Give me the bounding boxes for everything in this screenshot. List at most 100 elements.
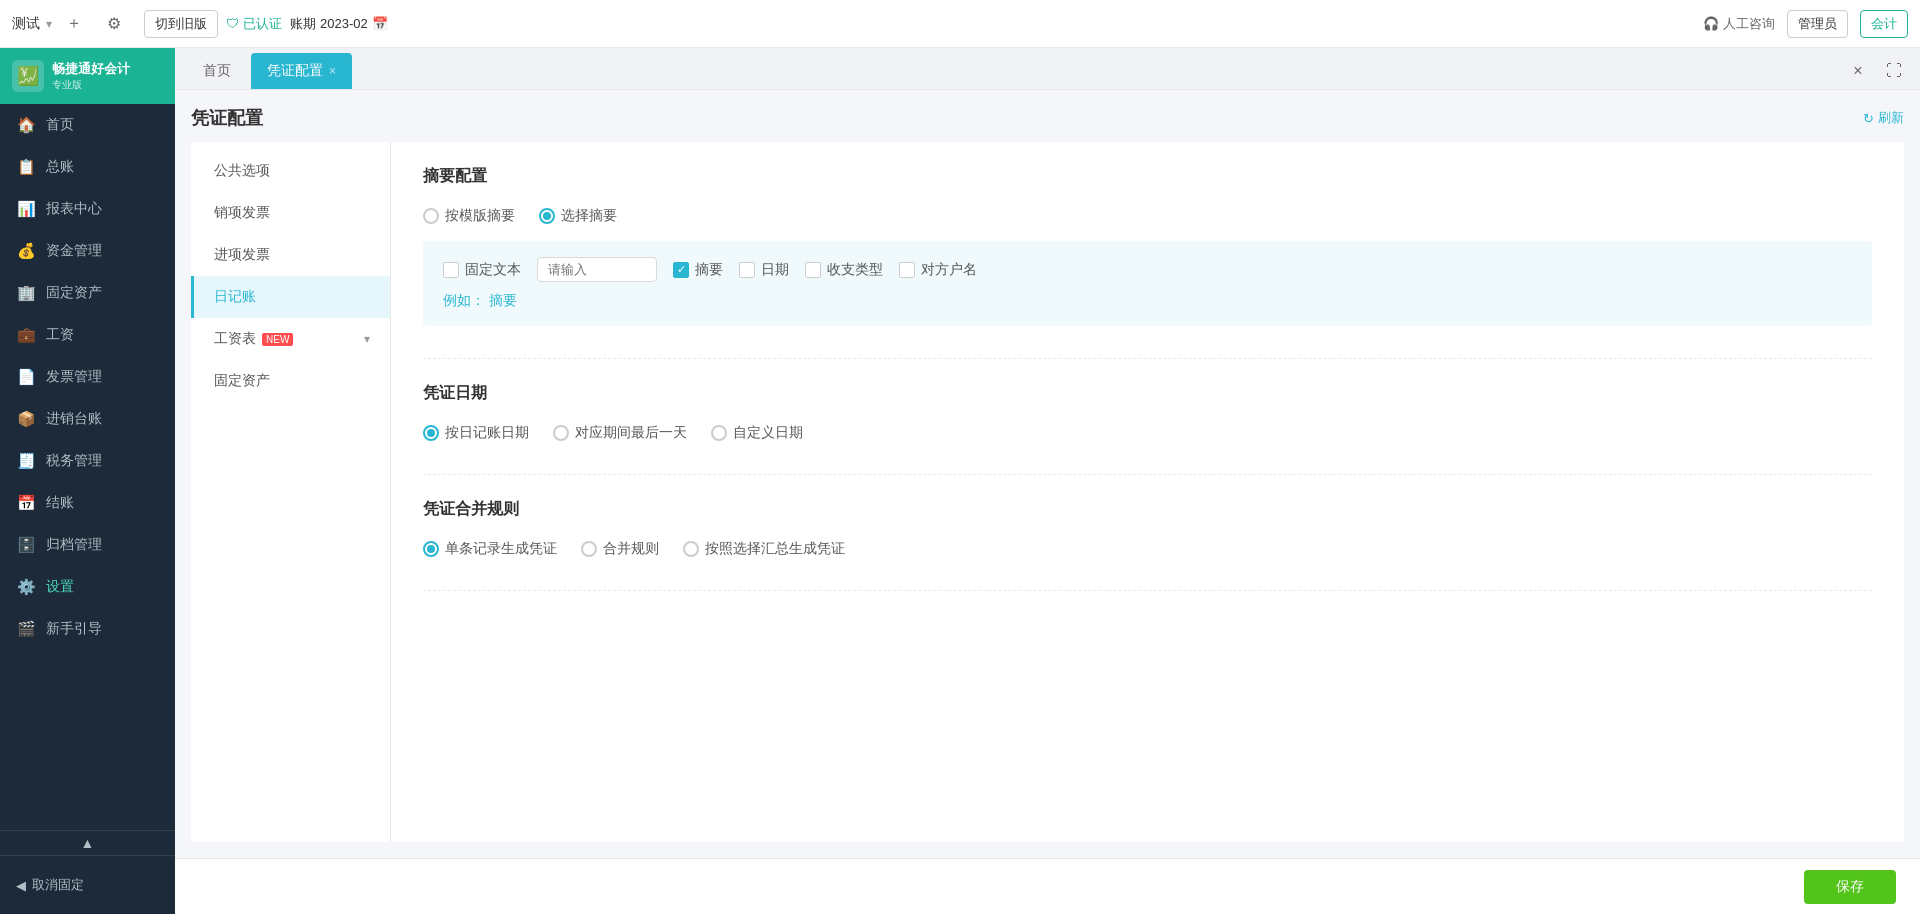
refresh-icon: ↻ <box>1863 111 1874 126</box>
nav-item-public[interactable]: 公共选项 <box>191 150 390 192</box>
support-button[interactable]: 🎧 人工咨询 <box>1703 15 1775 33</box>
sidebar-item-closing[interactable]: 📅 结账 <box>0 482 175 524</box>
sidebar-item-ledger[interactable]: 📋 总账 <box>0 146 175 188</box>
income-type-checkbox-option[interactable]: 收支类型 <box>805 261 883 279</box>
save-button[interactable]: 保存 <box>1804 870 1896 904</box>
sidebar-item-label: 总账 <box>46 158 74 176</box>
reports-icon: 📊 <box>16 200 36 218</box>
header-right: 🎧 人工咨询 管理员 会计 <box>1703 10 1908 38</box>
sidebar-item-label: 首页 <box>46 116 74 134</box>
nav-item-sales[interactable]: 销项发票 <box>191 192 390 234</box>
divider-3 <box>423 590 1872 591</box>
calendar-icon[interactable]: 📅 <box>372 16 388 31</box>
nav-item-payroll-table[interactable]: 工资表 NEW ▾ <box>191 318 390 360</box>
sidebar-item-home[interactable]: 🏠 首页 <box>0 104 175 146</box>
period-value: 2023-02 <box>320 16 368 31</box>
sidebar-item-assets[interactable]: 🏢 固定资产 <box>0 272 175 314</box>
page-title: 凭证配置 <box>191 106 263 130</box>
select-summary-option[interactable]: 选择摘要 <box>539 207 617 225</box>
sidebar-item-archive[interactable]: 🗄️ 归档管理 <box>0 524 175 566</box>
sidebar-item-payroll[interactable]: 💼 工资 <box>0 314 175 356</box>
summary-checkbox-option[interactable]: ✓ 摘要 <box>673 261 723 279</box>
closing-icon: 📅 <box>16 494 36 512</box>
merge-rule-label: 合并规则 <box>603 540 659 558</box>
refresh-label: 刷新 <box>1878 109 1904 127</box>
shield-icon: 🛡 <box>226 16 239 31</box>
tab-bar: 首页 凭证配置 × × ⛶ <box>175 48 1920 90</box>
sidebar-item-invoices[interactable]: 📄 发票管理 <box>0 356 175 398</box>
sidebar-scroll: 🏠 首页 📋 总账 📊 报表中心 💰 资金管理 🏢 固定资产 💼 工资 <box>0 104 175 830</box>
merge-rules-section: 凭证合并规则 单条记录生成凭证 合并规则 <box>423 499 1872 558</box>
cancel-fixed-label: 取消固定 <box>32 876 84 894</box>
expand-icon[interactable]: ▾ <box>364 332 370 346</box>
config-nav: 公共选项 销项发票 进项发票 日记账 工资表 NEW <box>191 142 391 842</box>
summary-checkbox-label: 摘要 <box>695 261 723 279</box>
accountant-button[interactable]: 会计 <box>1860 10 1908 38</box>
last-day-radio <box>553 425 569 441</box>
select-merge-radio <box>683 541 699 557</box>
certified-status: 🛡 已认证 <box>226 15 282 33</box>
sidebar-bottom: ◀ 取消固定 <box>0 855 175 914</box>
single-radio <box>423 541 439 557</box>
top-header: 测试 ▾ ＋ ⚙ 切到旧版 🛡 已认证 账期 2023-02 📅 🎧 人工咨询 … <box>0 0 1920 48</box>
tab-expand-button[interactable]: ⛶ <box>1880 57 1908 85</box>
fixed-text-input[interactable] <box>537 257 657 282</box>
sidebar-item-label: 发票管理 <box>46 368 102 386</box>
workspace-dropdown-icon[interactable]: ▾ <box>46 17 52 31</box>
nav-item-fixed-assets[interactable]: 固定资产 <box>191 360 390 402</box>
settings-icon-button[interactable]: ⚙ <box>100 10 128 38</box>
pin-icon: ◀ <box>16 878 26 893</box>
template-summary-option[interactable]: 按模版摘要 <box>423 207 515 225</box>
single-record-option[interactable]: 单条记录生成凭证 <box>423 540 557 558</box>
purchases-icon: 📦 <box>16 410 36 428</box>
date-checkbox-option[interactable]: 日期 <box>739 261 789 279</box>
archive-icon: 🗄️ <box>16 536 36 554</box>
journal-date-option[interactable]: 按日记账日期 <box>423 424 529 442</box>
tab-home[interactable]: 首页 <box>187 53 247 89</box>
page-content: 凭证配置 ↻ 刷新 公共选项 销项发票 进项发票 <box>175 90 1920 858</box>
period-info: 账期 2023-02 📅 <box>290 15 388 33</box>
sidebar-item-label: 设置 <box>46 578 74 596</box>
sidebar-item-guide[interactable]: 🎬 新手引导 <box>0 608 175 650</box>
merge-rule-option[interactable]: 合并规则 <box>581 540 659 558</box>
counterparty-label: 对方户名 <box>921 261 977 279</box>
sidebar-item-label: 新手引导 <box>46 620 102 638</box>
tab-close-icon[interactable]: × <box>329 64 336 78</box>
select-merge-option[interactable]: 按照选择汇总生成凭证 <box>683 540 845 558</box>
summary-radio-group: 按模版摘要 选择摘要 <box>423 207 1872 225</box>
admin-button[interactable]: 管理员 <box>1787 10 1848 38</box>
cancel-fixed-button[interactable]: ◀ 取消固定 <box>0 866 175 904</box>
old-version-button[interactable]: 切到旧版 <box>144 10 218 38</box>
workspace-selector[interactable]: 测试 ▾ <box>12 15 52 33</box>
sidebar-item-label: 归档管理 <box>46 536 102 554</box>
add-button[interactable]: ＋ <box>60 10 88 38</box>
last-day-label: 对应期间最后一天 <box>575 424 687 442</box>
voucher-date-radio-group: 按日记账日期 对应期间最后一天 自定义日期 <box>423 424 1872 442</box>
main-container: 💹 畅捷通好会计 专业版 🏠 首页 📋 总账 📊 报表中心 💰 资金管理 <box>0 48 1920 914</box>
sidebar-item-tax[interactable]: 🧾 税务管理 <box>0 440 175 482</box>
nav-item-journal[interactable]: 日记账 <box>191 276 390 318</box>
last-day-option[interactable]: 对应期间最后一天 <box>553 424 687 442</box>
headset-icon: 🎧 <box>1703 16 1719 31</box>
summary-section-title: 摘要配置 <box>423 166 1872 187</box>
content-area: 首页 凭证配置 × × ⛶ 凭证配置 ↻ 刷新 <box>175 48 1920 914</box>
tab-voucher-config[interactable]: 凭证配置 × <box>251 53 352 89</box>
tab-close-button[interactable]: × <box>1844 57 1872 85</box>
example-prefix: 例如： <box>443 292 485 308</box>
workspace-name: 测试 <box>12 15 40 33</box>
sidebar-item-reports[interactable]: 📊 报表中心 <box>0 188 175 230</box>
custom-date-option[interactable]: 自定义日期 <box>711 424 803 442</box>
payroll-icon: 💼 <box>16 326 36 344</box>
counterparty-checkbox-option[interactable]: 对方户名 <box>899 261 977 279</box>
funds-icon: 💰 <box>16 242 36 260</box>
income-type-checkbox <box>805 262 821 278</box>
nav-item-purchase[interactable]: 进项发票 <box>191 234 390 276</box>
sidebar-item-funds[interactable]: 💰 资金管理 <box>0 230 175 272</box>
refresh-button[interactable]: ↻ 刷新 <box>1863 109 1904 127</box>
sidebar-item-settings[interactable]: ⚙️ 设置 <box>0 566 175 608</box>
guide-icon: 🎬 <box>16 620 36 638</box>
fixed-text-option[interactable]: 固定文本 <box>443 261 521 279</box>
template-summary-label: 按模版摘要 <box>445 207 515 225</box>
sidebar-item-purchases[interactable]: 📦 进销台账 <box>0 398 175 440</box>
sidebar-scroll-up[interactable]: ▲ <box>0 830 175 855</box>
